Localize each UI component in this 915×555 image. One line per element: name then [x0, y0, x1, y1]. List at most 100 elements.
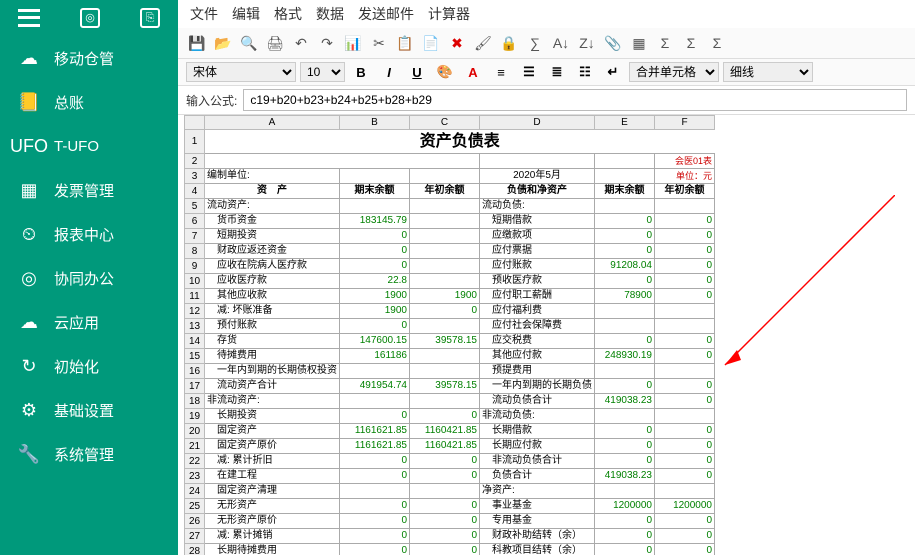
brush-icon[interactable]: 🖌: [472, 32, 494, 54]
table-row[interactable]: 17 流动资产合计491954.7439578.15 一年内到期的长期负债00: [185, 379, 715, 394]
table-row[interactable]: 21 固定资产原价1161621.851160421.85 长期应付款00: [185, 439, 715, 454]
calc-icon[interactable]: 📊: [342, 32, 364, 54]
table-row[interactable]: 11 其他应收款19001900 应付职工薪酬789000: [185, 289, 715, 304]
table-row[interactable]: 5流动资产:流动负债:: [185, 199, 715, 214]
table-row[interactable]: 8 财政应返还资金0 应付票据00: [185, 244, 715, 259]
italic-button[interactable]: I: [377, 61, 401, 83]
table-row[interactable]: 23 在建工程00 负债合计419038.230: [185, 469, 715, 484]
open-icon[interactable]: 📂: [212, 32, 234, 54]
align-justify-icon[interactable]: ☷: [573, 61, 597, 83]
sidebar-item-5[interactable]: ◎ 协同办公: [0, 256, 178, 300]
menu-0[interactable]: 文件: [190, 4, 218, 24]
sidebar-item-3[interactable]: ▦ 发票管理: [0, 168, 178, 212]
table-row[interactable]: 18非流动资产: 流动负债合计419038.230: [185, 394, 715, 409]
table-row[interactable]: 28 长期待摊费用00 科教项目结转（余）00: [185, 544, 715, 555]
cut-icon[interactable]: ✂: [368, 32, 390, 54]
sidebar: ◎ ⎘ ☁移动仓管📒总账UFOT-UFO▦发票管理⏲报表中心◎协同办公☁云应用↻…: [0, 0, 178, 555]
exit-icon[interactable]: ⎘: [140, 8, 160, 28]
table-row[interactable]: 15 待摊费用161186 其他应付款248930.190: [185, 349, 715, 364]
sidebar-item-7[interactable]: ↻初始化: [0, 344, 178, 388]
sidebar-item-6[interactable]: ☁云应用: [0, 300, 178, 344]
menu-icon-6: ☁: [18, 311, 40, 333]
sum-icon[interactable]: Σ: [654, 32, 676, 54]
sidebar-item-0[interactable]: ☁移动仓管: [0, 36, 178, 80]
sidebar-item-8[interactable]: ⚙ 基础设置: [0, 388, 178, 432]
wrap-icon[interactable]: ↵: [601, 61, 625, 83]
insert-icon[interactable]: ▦: [628, 32, 650, 54]
paste-icon[interactable]: 📄: [420, 32, 442, 54]
table-row[interactable]: 9 应收在院病人医疗款0 应付账款91208.040: [185, 259, 715, 274]
menu-4[interactable]: 发送邮件: [358, 4, 414, 24]
font-select[interactable]: 宋体: [186, 62, 296, 82]
merge-select[interactable]: 合并单元格: [629, 62, 719, 82]
sidebar-item-label: 初始化: [54, 356, 99, 377]
table-row[interactable]: 13 预付账款0 应付社会保障费: [185, 319, 715, 334]
sidebar-top: ◎ ⎘: [0, 0, 178, 36]
table-row[interactable]: 22 减: 累计折旧00 非流动负债合计00: [185, 454, 715, 469]
table-row[interactable]: 7 短期投资0 应缴款项00: [185, 229, 715, 244]
sidebar-item-label: 基础设置: [54, 400, 114, 421]
hamburger-icon[interactable]: [18, 9, 40, 27]
menu-2[interactable]: 格式: [274, 4, 302, 24]
border-select[interactable]: 细线: [723, 62, 813, 82]
undo-icon[interactable]: ↶: [290, 32, 312, 54]
menu-icon-3: ▦: [18, 179, 40, 201]
align-center-icon[interactable]: ☰: [517, 61, 541, 83]
sidebar-item-label: 发票管理: [54, 180, 114, 201]
table-row[interactable]: 12 减: 坏账准备19000 应付福利费: [185, 304, 715, 319]
menu-3[interactable]: 数据: [316, 4, 344, 24]
preview-icon[interactable]: 🔍: [238, 32, 260, 54]
sidebar-item-2[interactable]: UFOT-UFO: [0, 124, 178, 168]
table-row[interactable]: 14 存货147600.1539578.15 应交税费00: [185, 334, 715, 349]
menu-1[interactable]: 编辑: [232, 4, 260, 24]
align-left-icon[interactable]: ≡: [489, 61, 513, 83]
underline-button[interactable]: U: [405, 61, 429, 83]
delete-icon[interactable]: ✖: [446, 32, 468, 54]
align-right-icon[interactable]: ≣: [545, 61, 569, 83]
menu-icon-5: ◎: [18, 267, 40, 289]
format-bar: 宋体 10 B I U 🎨 A ≡ ☰ ≣ ☷ ↵ 合并单元格 细线: [178, 59, 915, 86]
annotation-arrow: [715, 195, 895, 375]
table-row[interactable]: 10 应收医疗款22.8 预收医疗款00: [185, 274, 715, 289]
copy-icon[interactable]: 📋: [394, 32, 416, 54]
table-row[interactable]: 20 固定资产1161621.851160421.85 长期借款00: [185, 424, 715, 439]
table-row[interactable]: 27 减: 累计摊销00 财政补助结转（余）00: [185, 529, 715, 544]
formula-label: 输入公式:: [186, 92, 237, 109]
view-icon[interactable]: ◎: [80, 8, 100, 28]
table-row[interactable]: 26 无形资产原价00 专用基金00: [185, 514, 715, 529]
fill-color-icon[interactable]: 🎨: [433, 61, 457, 83]
sort-asc-icon[interactable]: A↓: [550, 32, 572, 54]
menubar: 文件编辑格式数据发送邮件计算器: [178, 0, 915, 28]
table-row[interactable]: 19 长期投资00非流动负债:: [185, 409, 715, 424]
sidebar-item-9[interactable]: 🔧 系统管理: [0, 432, 178, 476]
sidebar-item-label: 协同办公: [54, 268, 114, 289]
table-row[interactable]: 25 无形资产00 事业基金12000001200000: [185, 499, 715, 514]
sum3-icon[interactable]: Σ: [706, 32, 728, 54]
sheet-title: 资产负债表: [205, 130, 715, 154]
sidebar-item-label: 移动仓管: [54, 48, 114, 69]
table-row[interactable]: 24 固定资产清理净资产:: [185, 484, 715, 499]
sidebar-item-label: 系统管理: [54, 444, 114, 465]
fx-icon[interactable]: ∑: [524, 32, 546, 54]
table-row[interactable]: 16 一年内到期的长期债权投资 预提费用: [185, 364, 715, 379]
font-color-icon[interactable]: A: [461, 61, 485, 83]
sidebar-item-4[interactable]: ⏲报表中心: [0, 212, 178, 256]
sort-desc-icon[interactable]: Z↓: [576, 32, 598, 54]
spreadsheet[interactable]: ABCDEF1资产负债表2会医01表3编制单位:2020年5月单位：元4资 产期…: [178, 115, 915, 555]
main-area: 文件编辑格式数据发送邮件计算器 💾 📂 🔍 🖨 ↶ ↷ 📊 ✂ 📋 📄 ✖ 🖌 …: [178, 0, 915, 555]
bold-button[interactable]: B: [349, 61, 373, 83]
clipboard-icon[interactable]: 📎: [602, 32, 624, 54]
menu-5[interactable]: 计算器: [428, 4, 470, 24]
size-select[interactable]: 10: [300, 62, 345, 82]
sidebar-item-1[interactable]: 📒总账: [0, 80, 178, 124]
menu-icon-8: ⚙: [18, 399, 40, 421]
sum2-icon[interactable]: Σ: [680, 32, 702, 54]
print-icon[interactable]: 🖨: [264, 32, 286, 54]
table-row[interactable]: 6 货币资金183145.79 短期借款00: [185, 214, 715, 229]
save-icon[interactable]: 💾: [186, 32, 208, 54]
lock-icon[interactable]: 🔒: [498, 32, 520, 54]
redo-icon[interactable]: ↷: [316, 32, 338, 54]
menu-icon-2: UFO: [18, 135, 40, 157]
menu-icon-9: 🔧: [18, 443, 40, 465]
formula-input[interactable]: [243, 89, 907, 111]
